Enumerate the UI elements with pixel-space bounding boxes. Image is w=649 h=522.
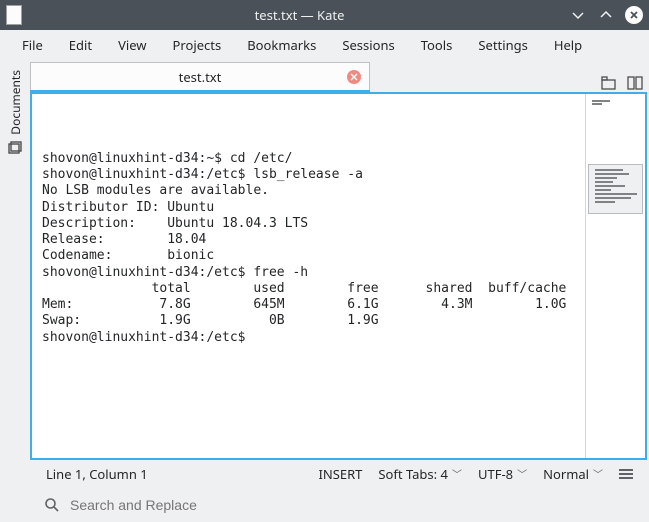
tab-active-indicator xyxy=(30,90,370,92)
soft-tabs-label: Soft Tabs: 4 xyxy=(378,465,448,483)
sidebar: Documents xyxy=(0,60,30,522)
hamburger-icon xyxy=(619,469,633,479)
insert-mode[interactable]: INSERT xyxy=(314,465,366,483)
tab-test-txt[interactable]: test.txt xyxy=(30,62,370,90)
menu-tools[interactable]: Tools xyxy=(409,32,465,58)
titlebar: test.txt — Kate xyxy=(0,0,649,30)
menu-icon[interactable] xyxy=(615,469,637,479)
search-input[interactable] xyxy=(70,497,635,513)
search-icon xyxy=(44,497,60,513)
soft-tabs-selector[interactable]: Soft Tabs: 4 ﹀ xyxy=(374,465,466,483)
new-tab-icon[interactable] xyxy=(601,76,617,90)
minimize-button[interactable] xyxy=(569,6,587,24)
encoding-selector[interactable]: UTF-8 ﹀ xyxy=(474,465,531,483)
menu-sessions[interactable]: Sessions xyxy=(330,32,406,58)
encoding-label: UTF-8 xyxy=(478,465,513,483)
text-editor[interactable]: shovon@linuxhint-d34:~$ cd /etc/ shovon@… xyxy=(32,94,585,458)
tab-close-button[interactable] xyxy=(347,70,361,84)
menu-bookmarks[interactable]: Bookmarks xyxy=(235,32,328,58)
split-view-icon[interactable] xyxy=(627,76,643,90)
editor-area: shovon@linuxhint-d34:~$ cd /etc/ shovon@… xyxy=(30,92,647,460)
window-title: test.txt — Kate xyxy=(30,6,569,24)
mode-selector[interactable]: Normal ﹀ xyxy=(539,465,607,483)
maximize-button[interactable] xyxy=(597,6,615,24)
status-bar: Line 1, Column 1 INSERT Soft Tabs: 4 ﹀ U… xyxy=(30,460,649,488)
tab-label: test.txt xyxy=(179,68,222,86)
mode-label: Normal xyxy=(543,465,589,483)
documents-icon[interactable] xyxy=(8,141,22,155)
search-bar xyxy=(30,488,649,522)
sidebar-tab-documents[interactable]: Documents xyxy=(7,70,24,135)
chevron-down-icon: ﹀ xyxy=(517,466,527,481)
chevron-down-icon: ﹀ xyxy=(452,466,462,481)
minimap[interactable] xyxy=(585,94,645,458)
menubar: File Edit View Projects Bookmarks Sessio… xyxy=(0,30,649,60)
chevron-down-icon: ﹀ xyxy=(593,466,603,481)
menu-file[interactable]: File xyxy=(10,32,55,58)
tab-bar: test.txt xyxy=(30,60,649,90)
menu-help[interactable]: Help xyxy=(542,32,594,58)
menu-projects[interactable]: Projects xyxy=(161,32,234,58)
menu-edit[interactable]: Edit xyxy=(57,32,104,58)
document-icon xyxy=(6,5,22,25)
window-controls xyxy=(569,6,643,24)
close-button[interactable] xyxy=(625,6,643,24)
menu-settings[interactable]: Settings xyxy=(466,32,539,58)
menu-view[interactable]: View xyxy=(106,32,158,58)
cursor-position[interactable]: Line 1, Column 1 xyxy=(42,465,152,483)
